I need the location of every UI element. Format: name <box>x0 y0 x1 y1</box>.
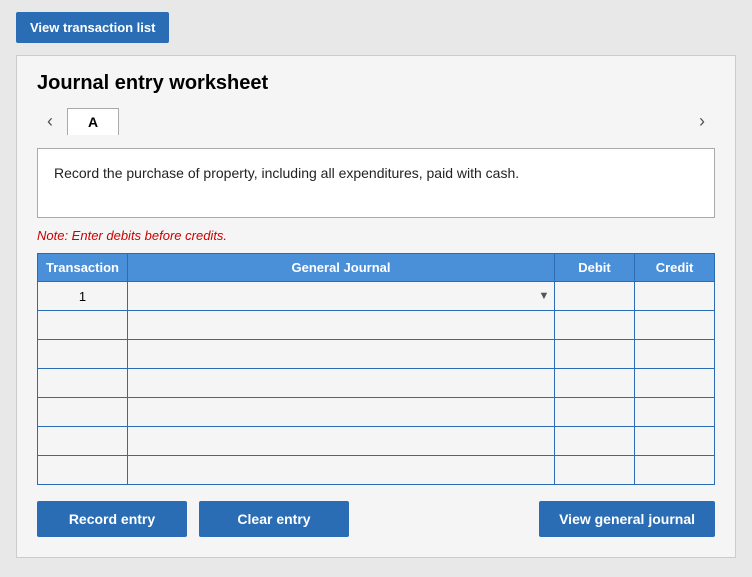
credit-cell[interactable] <box>635 398 715 427</box>
transaction-cell: 1 <box>38 282 128 311</box>
table-row <box>38 340 715 369</box>
transaction-cell <box>38 311 128 340</box>
action-buttons-row: Record entry Clear entry View general jo… <box>37 501 715 537</box>
col-header-transaction: Transaction <box>38 254 128 282</box>
debit-input[interactable] <box>555 398 634 426</box>
table-row <box>38 398 715 427</box>
debit-cell[interactable] <box>555 456 635 485</box>
next-arrow-button[interactable]: › <box>689 107 715 136</box>
tab-a[interactable]: A <box>67 108 119 135</box>
debit-input[interactable] <box>555 282 634 310</box>
debit-cell[interactable] <box>555 282 635 311</box>
general-journal-input[interactable] <box>128 427 554 455</box>
table-row: 1▼ <box>38 282 715 311</box>
worksheet-title: Journal entry worksheet <box>37 72 715 95</box>
general-journal-input[interactable] <box>128 340 554 368</box>
credit-input[interactable] <box>635 398 714 426</box>
debit-input[interactable] <box>555 311 634 339</box>
general-journal-cell[interactable] <box>128 398 555 427</box>
debit-cell[interactable] <box>555 311 635 340</box>
debit-input[interactable] <box>555 427 634 455</box>
general-journal-input[interactable] <box>128 398 554 426</box>
debit-input[interactable] <box>555 456 634 484</box>
credit-input[interactable] <box>635 456 714 484</box>
transaction-cell <box>38 340 128 369</box>
view-general-journal-button[interactable]: View general journal <box>539 501 715 537</box>
general-journal-cell[interactable] <box>128 311 555 340</box>
credit-input[interactable] <box>635 369 714 397</box>
tab-navigation: ‹ A › <box>37 107 715 136</box>
general-journal-cell[interactable] <box>128 340 555 369</box>
description-box: Record the purchase of property, includi… <box>37 148 715 218</box>
clear-entry-button[interactable]: Clear entry <box>199 501 349 537</box>
col-header-debit: Debit <box>555 254 635 282</box>
debit-cell[interactable] <box>555 340 635 369</box>
credit-cell[interactable] <box>635 369 715 398</box>
credit-input[interactable] <box>635 311 714 339</box>
dropdown-arrow-icon[interactable]: ▼ <box>534 290 554 302</box>
credit-cell[interactable] <box>635 311 715 340</box>
general-journal-cell[interactable] <box>128 456 555 485</box>
record-entry-button[interactable]: Record entry <box>37 501 187 537</box>
debit-input[interactable] <box>555 340 634 368</box>
note-text: Note: Enter debits before credits. <box>37 228 715 243</box>
journal-table: Transaction General Journal Debit Credit… <box>37 253 715 485</box>
credit-cell[interactable] <box>635 456 715 485</box>
transaction-cell <box>38 369 128 398</box>
credit-input[interactable] <box>635 282 714 310</box>
general-journal-input[interactable] <box>128 456 554 484</box>
general-journal-input[interactable] <box>128 369 554 397</box>
table-row <box>38 369 715 398</box>
debit-cell[interactable] <box>555 398 635 427</box>
credit-input[interactable] <box>635 427 714 455</box>
debit-cell[interactable] <box>555 369 635 398</box>
transaction-cell <box>38 456 128 485</box>
credit-cell[interactable] <box>635 340 715 369</box>
credit-cell[interactable] <box>635 282 715 311</box>
transaction-cell <box>38 427 128 456</box>
general-journal-input[interactable] <box>128 282 534 310</box>
view-transaction-list-button[interactable]: View transaction list <box>16 12 169 43</box>
general-journal-cell[interactable] <box>128 427 555 456</box>
general-journal-cell[interactable] <box>128 369 555 398</box>
prev-arrow-button[interactable]: ‹ <box>37 107 63 136</box>
general-journal-input[interactable] <box>128 311 554 339</box>
table-row <box>38 456 715 485</box>
credit-input[interactable] <box>635 340 714 368</box>
col-header-credit: Credit <box>635 254 715 282</box>
transaction-cell <box>38 398 128 427</box>
credit-cell[interactable] <box>635 427 715 456</box>
worksheet-container: Journal entry worksheet ‹ A › Record the… <box>16 55 736 558</box>
debit-input[interactable] <box>555 369 634 397</box>
table-row <box>38 311 715 340</box>
debit-cell[interactable] <box>555 427 635 456</box>
table-row <box>38 427 715 456</box>
general-journal-cell[interactable]: ▼ <box>128 282 555 311</box>
col-header-general-journal: General Journal <box>128 254 555 282</box>
